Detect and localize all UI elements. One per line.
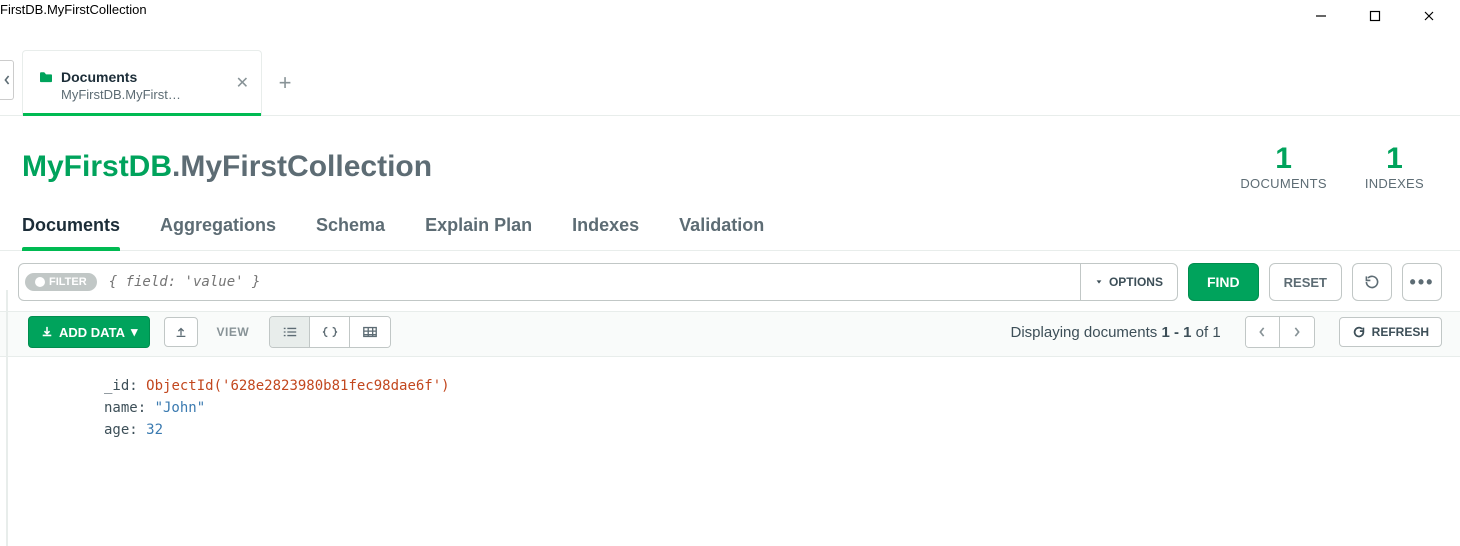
close-tab-button[interactable]: ✕ bbox=[236, 73, 249, 93]
window-title: FirstDB.MyFirstCollection bbox=[0, 2, 147, 17]
collection-title: MyFirstDB.MyFirstCollection bbox=[22, 150, 432, 184]
indexes-stat: 1 INDEXES bbox=[1365, 142, 1424, 191]
collection-tab[interactable]: Documents MyFirstDB.MyFirst… ✕ bbox=[22, 50, 262, 115]
tab-subtitle: MyFirstDB.MyFirst… bbox=[39, 87, 199, 102]
filter-chip: FILTER bbox=[25, 273, 97, 291]
tab-title: Documents bbox=[61, 69, 137, 85]
export-button[interactable] bbox=[164, 317, 198, 347]
subtab-indexes[interactable]: Indexes bbox=[572, 215, 639, 250]
page-prev-button[interactable] bbox=[1246, 317, 1280, 347]
find-button[interactable]: FIND bbox=[1188, 263, 1259, 301]
caret-down-icon: ▾ bbox=[131, 324, 138, 340]
doc-field-age: age: 32 bbox=[104, 419, 1420, 441]
history-button[interactable] bbox=[1352, 263, 1392, 301]
sidebar-expand-button[interactable] bbox=[0, 60, 14, 100]
reset-button[interactable]: RESET bbox=[1269, 263, 1342, 301]
page-next-button[interactable] bbox=[1280, 317, 1314, 347]
view-label: VIEW bbox=[216, 325, 249, 339]
view-json-button[interactable] bbox=[310, 317, 350, 347]
subtab-schema[interactable]: Schema bbox=[316, 215, 385, 250]
add-data-button[interactable]: ADD DATA ▾ bbox=[28, 316, 150, 348]
doc-field-name: name: "John" bbox=[104, 397, 1420, 419]
window-close-button[interactable] bbox=[1416, 6, 1442, 26]
view-table-button[interactable] bbox=[350, 317, 390, 347]
options-button[interactable]: OPTIONS bbox=[1080, 264, 1177, 300]
window-maximize-button[interactable] bbox=[1362, 6, 1388, 26]
filter-input[interactable] bbox=[97, 274, 1080, 290]
refresh-button[interactable]: REFRESH bbox=[1339, 317, 1442, 347]
subtab-documents[interactable]: Documents bbox=[22, 215, 120, 250]
doc-field-_id: _id: ObjectId('628e2823980b81fec98dae6f'… bbox=[104, 375, 1420, 397]
subtab-validation[interactable]: Validation bbox=[679, 215, 764, 250]
documents-stat: 1 DOCUMENTS bbox=[1240, 142, 1326, 191]
more-options-button[interactable]: ••• bbox=[1402, 263, 1442, 301]
subtab-aggregations[interactable]: Aggregations bbox=[160, 215, 276, 250]
folder-icon bbox=[39, 71, 53, 83]
document-view: _id: ObjectId('628e2823980b81fec98dae6f'… bbox=[0, 357, 1460, 481]
subtab-explain-plan[interactable]: Explain Plan bbox=[425, 215, 532, 250]
download-icon bbox=[41, 326, 53, 338]
view-list-button[interactable] bbox=[270, 317, 310, 347]
document-count: Displaying documents 1 - 1 of 1 bbox=[1011, 324, 1221, 341]
add-tab-button[interactable]: + bbox=[262, 50, 308, 115]
window-minimize-button[interactable] bbox=[1308, 6, 1334, 26]
